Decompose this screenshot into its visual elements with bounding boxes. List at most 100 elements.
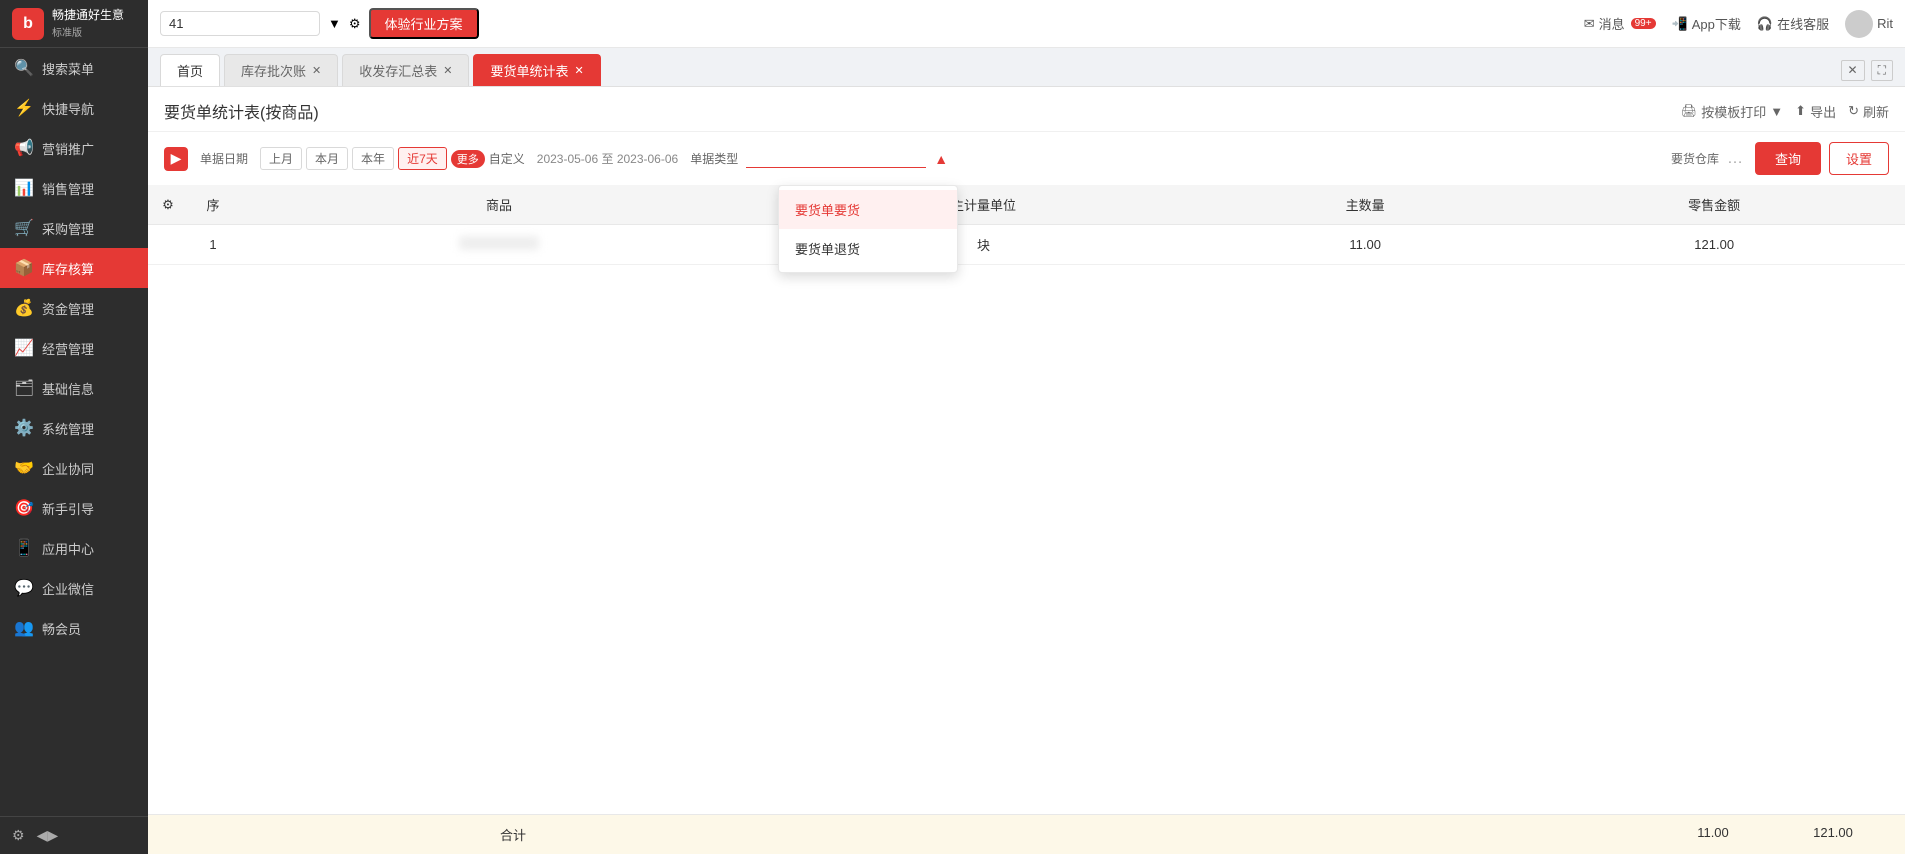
finance-icon: 💰 <box>14 298 34 318</box>
custom-date-btn[interactable]: 自定义 <box>489 150 525 167</box>
wecom-icon: 💬 <box>14 578 34 598</box>
filter-actions: 查询 设置 <box>1755 142 1889 175</box>
app-download-label: App下载 <box>1692 14 1741 33</box>
last-month-btn[interactable]: 上月 <box>260 147 302 170</box>
row-num: 1 <box>188 225 238 265</box>
sidebar-item-purchase[interactable]: 🛒 采购管理 <box>0 208 148 248</box>
messages-item[interactable]: ✉ 消息 99+ <box>1584 14 1656 33</box>
filter-toggle-button[interactable]: ▶ <box>164 147 188 171</box>
tab-batch-account[interactable]: 库存批次账 ✕ <box>224 54 338 86</box>
window-controls: ✕ ⛶ <box>1841 60 1893 81</box>
sidebar-item-app-center[interactable]: 📱 应用中心 <box>0 528 148 568</box>
tab-order-stats-close[interactable]: ✕ <box>575 64 584 77</box>
sidebar-item-finance[interactable]: 💰 资金管理 <box>0 288 148 328</box>
sidebar: b 畅捷通好生意 标准版 🔍 搜索菜单 ⚡ 快捷导航 📢 营销推广 📊 销售管理… <box>0 0 148 854</box>
filter-type-section: 单据类型 ▲ <box>690 149 948 168</box>
tab-receipt-summary[interactable]: 收发存汇总表 ✕ <box>342 54 469 86</box>
sidebar-item-label: 企业协同 <box>42 459 94 478</box>
sidebar-item-system[interactable]: ⚙️ 系统管理 <box>0 408 148 448</box>
sidebar-item-inventory[interactable]: 📦 库存核算 <box>0 248 148 288</box>
query-button[interactable]: 查询 <box>1755 142 1821 175</box>
export-label: 导出 <box>1810 102 1836 121</box>
sidebar-item-sales[interactable]: 📊 销售管理 <box>0 168 148 208</box>
sidebar-nav: 🔍 搜索菜单 ⚡ 快捷导航 📢 营销推广 📊 销售管理 🛒 采购管理 📦 库存核… <box>0 48 148 816</box>
row-qty: 11.00 <box>1207 225 1523 265</box>
sidebar-item-label: 企业微信 <box>42 579 94 598</box>
sidebar-item-label: 采购管理 <box>42 219 94 238</box>
type-filter-label: 单据类型 <box>690 150 738 167</box>
last-7-days-btn[interactable]: 近7天 <box>398 147 447 170</box>
basic-info-icon: 🗂 <box>14 378 34 398</box>
system-icon: ⚙️ <box>14 418 34 438</box>
sidebar-item-label: 系统管理 <box>42 419 94 438</box>
print-arrow-icon: ▼ <box>1770 104 1783 119</box>
dropdown-arrow-icon[interactable]: ▼ <box>328 16 341 31</box>
warehouse-filter-label: 要货仓库 <box>1671 150 1719 167</box>
dropdown-order-label: 要货单要货 <box>795 203 860 218</box>
footer-label: 合计 <box>300 825 526 844</box>
table-footer: 合计 11.00 121.00 <box>148 814 1905 854</box>
topbar-input[interactable] <box>160 11 320 36</box>
print-action[interactable]: 🖨 按模板打印 ▼ <box>1681 102 1783 121</box>
settings-button[interactable]: 设置 <box>1829 142 1889 175</box>
sidebar-item-label: 畅会员 <box>42 619 81 638</box>
export-action[interactable]: ⬆ 导出 <box>1795 102 1836 121</box>
filter-dates: 上月 本月 本年 近7天 更多 自定义 <box>260 147 525 170</box>
col-settings[interactable]: ⚙ <box>148 185 188 225</box>
refresh-label: 刷新 <box>1863 102 1889 121</box>
window-close-button[interactable]: ✕ <box>1841 60 1865 81</box>
sidebar-item-shortcut[interactable]: ⚡ 快捷导航 <box>0 88 148 128</box>
row-gear <box>148 225 188 265</box>
table-row: 1 块 11.00 121.00 <box>148 225 1905 265</box>
this-year-btn[interactable]: 本年 <box>352 147 394 170</box>
messages-count: 99+ <box>1631 18 1656 29</box>
main-content: ▼ ⚙ 体验行业方案 ✉ 消息 99+ 📲 App下载 🎧 在线客服 Rit <box>148 0 1905 854</box>
sidebar-item-operations[interactable]: 📈 经营管理 <box>0 328 148 368</box>
warehouse-more-icon[interactable]: … <box>1727 150 1743 168</box>
app-download-item[interactable]: 📲 App下载 <box>1672 14 1741 33</box>
sidebar-item-enterprise[interactable]: 🤝 企业协同 <box>0 448 148 488</box>
message-icon: ✉ <box>1584 16 1595 32</box>
gear-icon[interactable]: ⚙ <box>349 16 361 32</box>
tab-batch-account-close[interactable]: ✕ <box>312 64 321 77</box>
sidebar-item-member[interactable]: 👥 畅会员 <box>0 608 148 648</box>
sidebar-item-marketing[interactable]: 📢 营销推广 <box>0 128 148 168</box>
flash-icon: ⚡ <box>14 98 34 118</box>
messages-label: 消息 <box>1599 14 1625 33</box>
more-dates-badge[interactable]: 更多 <box>451 150 485 168</box>
window-maximize-button[interactable]: ⛶ <box>1871 60 1893 81</box>
blurred-product <box>459 236 539 250</box>
date-filter-label: 单据日期 <box>200 150 248 167</box>
online-service-item[interactable]: 🎧 在线客服 <box>1757 14 1829 33</box>
refresh-action[interactable]: ↻ 刷新 <box>1848 102 1889 121</box>
dropdown-item-order[interactable]: 要货单要货 <box>779 190 957 229</box>
promo-button[interactable]: 体验行业方案 <box>369 8 479 39</box>
tab-order-stats[interactable]: 要货单统计表 ✕ <box>473 54 600 86</box>
tab-batch-account-label: 库存批次账 <box>241 61 306 80</box>
sidebar-item-search[interactable]: 🔍 搜索菜单 <box>0 48 148 88</box>
sidebar-item-basic-info[interactable]: 🗂 基础信息 <box>0 368 148 408</box>
collapse-icon[interactable]: ◀▶ <box>37 827 59 844</box>
sidebar-item-wecom[interactable]: 💬 企业微信 <box>0 568 148 608</box>
type-filter-value[interactable] <box>746 149 926 168</box>
col-amount: 零售金额 <box>1523 185 1905 225</box>
sidebar-item-label: 新手引导 <box>42 499 94 518</box>
sidebar-item-guide[interactable]: 🎯 新手引导 <box>0 488 148 528</box>
topbar-left: ▼ ⚙ 体验行业方案 <box>160 8 1572 39</box>
col-num: 序 <box>188 185 238 225</box>
operations-icon: 📈 <box>14 338 34 358</box>
user-item[interactable]: Rit <box>1845 10 1893 38</box>
this-month-btn[interactable]: 本月 <box>306 147 348 170</box>
type-dropdown: 要货单要货 要货单退货 <box>778 185 958 273</box>
tab-receipt-summary-close[interactable]: ✕ <box>443 64 452 77</box>
type-dropdown-up-icon[interactable]: ▲ <box>934 151 948 167</box>
row-product <box>238 225 760 265</box>
tabbar: 首页 库存批次账 ✕ 收发存汇总表 ✕ 要货单统计表 ✕ ✕ ⛶ <box>148 48 1905 87</box>
sidebar-item-label: 搜索菜单 <box>42 59 94 78</box>
dropdown-item-return[interactable]: 要货单退货 <box>779 229 957 268</box>
tab-home[interactable]: 首页 <box>160 54 220 86</box>
search-icon: 🔍 <box>14 58 34 78</box>
filter-bar: ▶ 单据日期 上月 本月 本年 近7天 更多 自定义 2023-05-06 至 … <box>148 131 1905 185</box>
settings-icon[interactable]: ⚙ <box>12 827 25 844</box>
headset-icon: 🎧 <box>1757 16 1773 32</box>
